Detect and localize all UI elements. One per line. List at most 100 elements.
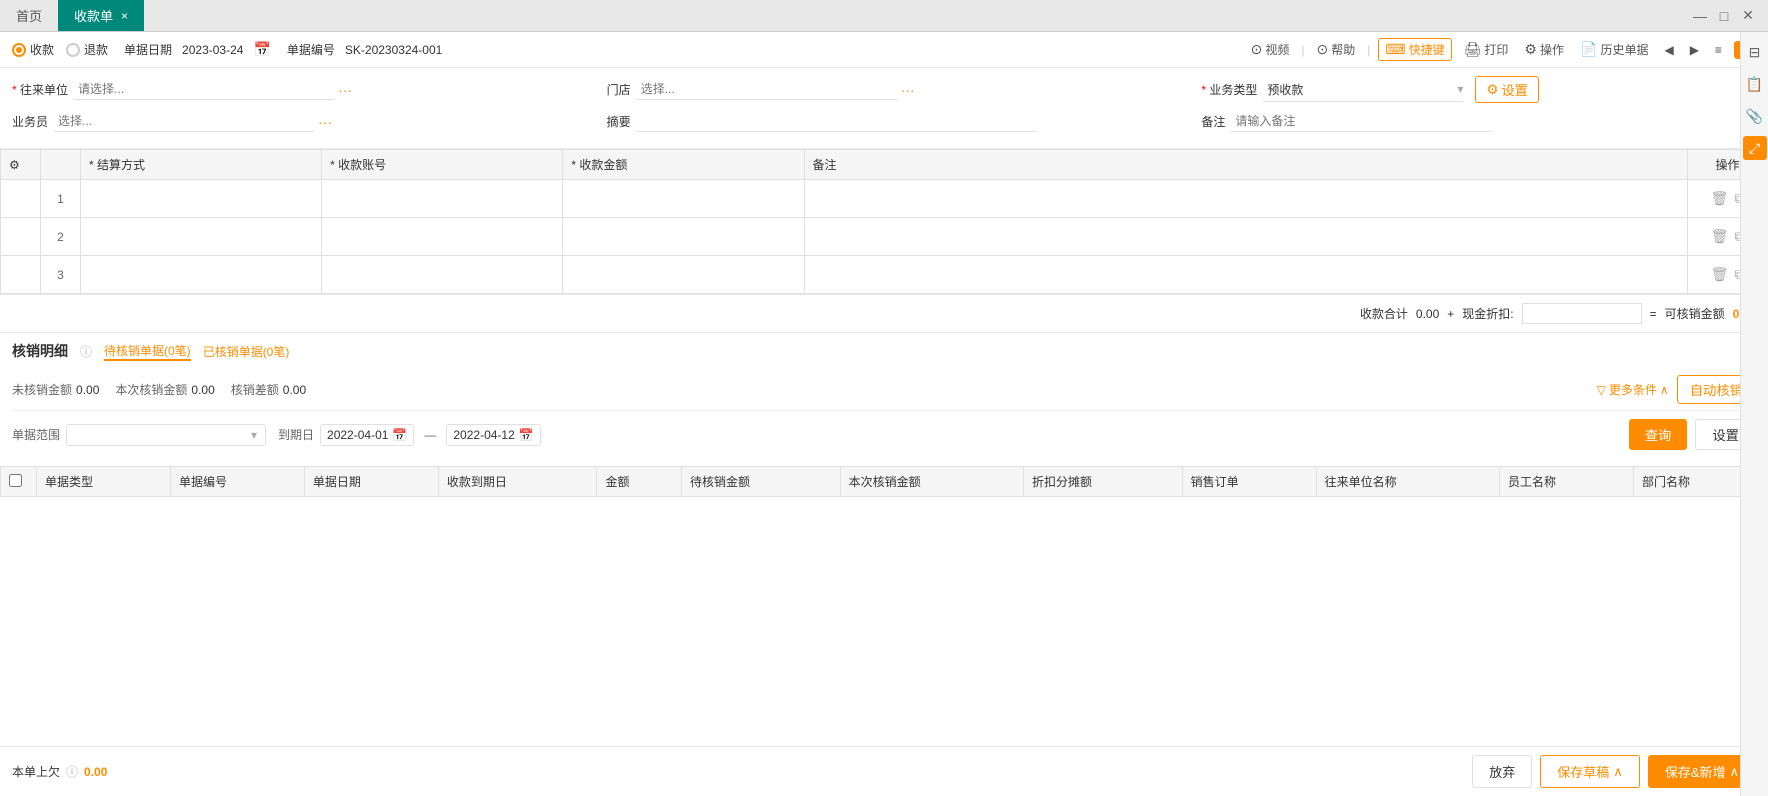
video-label: 视频	[1265, 41, 1289, 58]
close-button[interactable]: ✕	[1740, 8, 1756, 24]
row3-settings-cell	[1, 256, 41, 294]
tab-home[interactable]: 首页	[0, 0, 58, 31]
print-button[interactable]: 🖨 打印	[1460, 39, 1513, 60]
remark-input[interactable]	[1231, 111, 1491, 132]
sidebar-list-icon[interactable]: 📋	[1743, 72, 1767, 96]
row1-amount[interactable]	[563, 180, 804, 218]
date-to-icon: 📅	[519, 428, 534, 442]
row2-settlement[interactable]	[81, 218, 322, 256]
query-button[interactable]: 查询	[1629, 419, 1688, 450]
diff-stat: 核销差额 0.00	[231, 381, 306, 398]
pending-tab[interactable]: 待核销单据(0笔)	[104, 342, 191, 361]
tab-receipt[interactable]: 收款单 ×	[58, 0, 144, 31]
business-type-label: 业务类型	[1201, 81, 1263, 98]
operation-label: 操作	[1540, 41, 1564, 58]
help-button[interactable]: ⊙ 帮助	[1313, 39, 1360, 60]
sidebar-expand-icon[interactable]: ⤢	[1743, 136, 1767, 160]
salesperson-input[interactable]	[54, 111, 314, 132]
row1-account[interactable]	[322, 180, 563, 218]
tab-receipt-close[interactable]: ×	[121, 9, 128, 23]
filter-right: 查询 设置	[1629, 419, 1756, 450]
radio-tuikuan-dot	[66, 43, 80, 57]
save-new-label: 保存&新增	[1665, 762, 1726, 781]
minimize-button[interactable]: —	[1692, 8, 1708, 24]
summary-input[interactable]	[637, 111, 1037, 132]
nav-prev-button[interactable]: ◀	[1660, 41, 1677, 59]
sidebar-table-icon[interactable]: ⊟	[1743, 40, 1767, 64]
row1-remark[interactable]	[804, 180, 1688, 218]
row2-delete-icon[interactable]: 🗑	[1711, 228, 1729, 245]
bottom-table: 单据类型 单据编号 单据日期 收款到期日 金额 待核销金额	[0, 466, 1768, 497]
tab-home-label: 首页	[16, 6, 42, 25]
summary-total-label: 收款合计	[1360, 305, 1408, 322]
store-more-icon[interactable]: ···	[901, 82, 915, 98]
row2-amount[interactable]	[563, 218, 804, 256]
range-select-arrow-icon: ▾	[251, 428, 257, 442]
more-conditions-arrow: ∧	[1660, 383, 1669, 397]
date-picker-icon[interactable]: 📅	[253, 41, 270, 58]
row3-remark[interactable]	[804, 256, 1688, 294]
counterpart-input[interactable]	[74, 79, 334, 100]
footer-info-icon[interactable]: ⓘ	[66, 763, 78, 780]
settings-label: 设置	[1501, 80, 1528, 99]
summary-total-value: 0.00	[1416, 307, 1439, 321]
salesperson-more-icon[interactable]: ···	[318, 114, 332, 130]
stats-right: ▽ 更多条件 ∧ 自动核销	[1597, 375, 1756, 404]
verification-info-icon[interactable]: ⓘ	[80, 343, 92, 360]
radio-tuikuan[interactable]: 退款	[66, 41, 108, 58]
row2-remark[interactable]	[804, 218, 1688, 256]
row1-delete-icon[interactable]: 🗑	[1711, 190, 1729, 207]
row3-amount[interactable]	[563, 256, 804, 294]
salesperson-label: 业务员	[12, 113, 54, 130]
business-type-arrow-icon: ▾	[1457, 82, 1463, 96]
stats-row: 未核销金额 0.00 本次核销金额 0.00 核销差额 0.00 ▽ 更多条件 …	[12, 369, 1756, 410]
business-type-value: 预收款	[1263, 78, 1457, 101]
row1-settlement[interactable]	[81, 180, 322, 218]
done-tab[interactable]: 已核销单据(0笔)	[203, 343, 290, 360]
nav-next-button[interactable]: ▶	[1686, 41, 1703, 59]
diff-value: 0.00	[283, 383, 306, 397]
th-account: * 收款账号	[322, 150, 563, 180]
row2-account[interactable]	[322, 218, 563, 256]
history-button[interactable]: 📄 历史单据	[1576, 39, 1652, 60]
counterpart-field: 往来单位 ···	[12, 79, 567, 100]
th-settings[interactable]: ⚙	[1, 150, 41, 180]
counterpart-more-icon[interactable]: ···	[338, 82, 352, 98]
remark-field: 备注	[1201, 111, 1756, 132]
operation-button[interactable]: ⚙ 操作	[1520, 39, 1568, 60]
store-input[interactable]	[637, 79, 897, 100]
summary-available-label: 可核销金额	[1665, 305, 1725, 322]
more-conditions-button[interactable]: ▽ 更多条件 ∧	[1597, 381, 1669, 398]
tab-receipt-label: 收款单	[74, 6, 113, 25]
row3-account[interactable]	[322, 256, 563, 294]
range-label: 单据范围	[12, 426, 60, 443]
current-stat: 本次核销金额 0.00	[115, 381, 214, 398]
view-list-button[interactable]: ≡	[1711, 41, 1726, 59]
range-select[interactable]: ▾	[66, 424, 266, 446]
number-value: SK-20230324-001	[345, 43, 442, 57]
shortcut-button[interactable]: ⌨ 快捷键	[1378, 38, 1451, 61]
row3-delete-icon[interactable]: 🗑	[1711, 266, 1729, 283]
select-all-checkbox[interactable]	[9, 474, 22, 487]
main-area: 收款 退款 单据日期 2023-03-24 📅 单据编号 SK-20230324…	[0, 32, 1768, 796]
unrealized-label: 未核销金额	[12, 381, 72, 398]
row3-settlement[interactable]	[81, 256, 322, 294]
settings-button[interactable]: ⚙ 设置	[1475, 76, 1539, 103]
discard-button[interactable]: 放弃	[1472, 755, 1532, 788]
save-draft-button[interactable]: 保存草稿 ∧	[1540, 755, 1640, 788]
radio-shoukuan[interactable]: 收款	[12, 41, 54, 58]
summary-discount-input[interactable]	[1522, 303, 1642, 324]
video-button[interactable]: ⊙ 视频	[1247, 39, 1294, 60]
history-icon: 📄	[1580, 41, 1597, 58]
maximize-button[interactable]: □	[1716, 8, 1732, 24]
th-sales-order: 销售订单	[1182, 467, 1316, 497]
date-from-input[interactable]: 2022-04-01 📅	[320, 424, 414, 446]
date-to-input[interactable]: 2022-04-12 📅	[446, 424, 540, 446]
summary-equals: =	[1650, 307, 1657, 321]
table-row: 3 🗑 ⧉	[1, 256, 1768, 294]
th-settlement: * 结算方式	[81, 150, 322, 180]
business-type-select[interactable]: 预收款 ▾	[1263, 78, 1463, 102]
sidebar-attach-icon[interactable]: 📎	[1743, 104, 1767, 128]
video-icon: ⊙	[1251, 41, 1263, 58]
due-date-label: 到期日	[278, 426, 314, 443]
